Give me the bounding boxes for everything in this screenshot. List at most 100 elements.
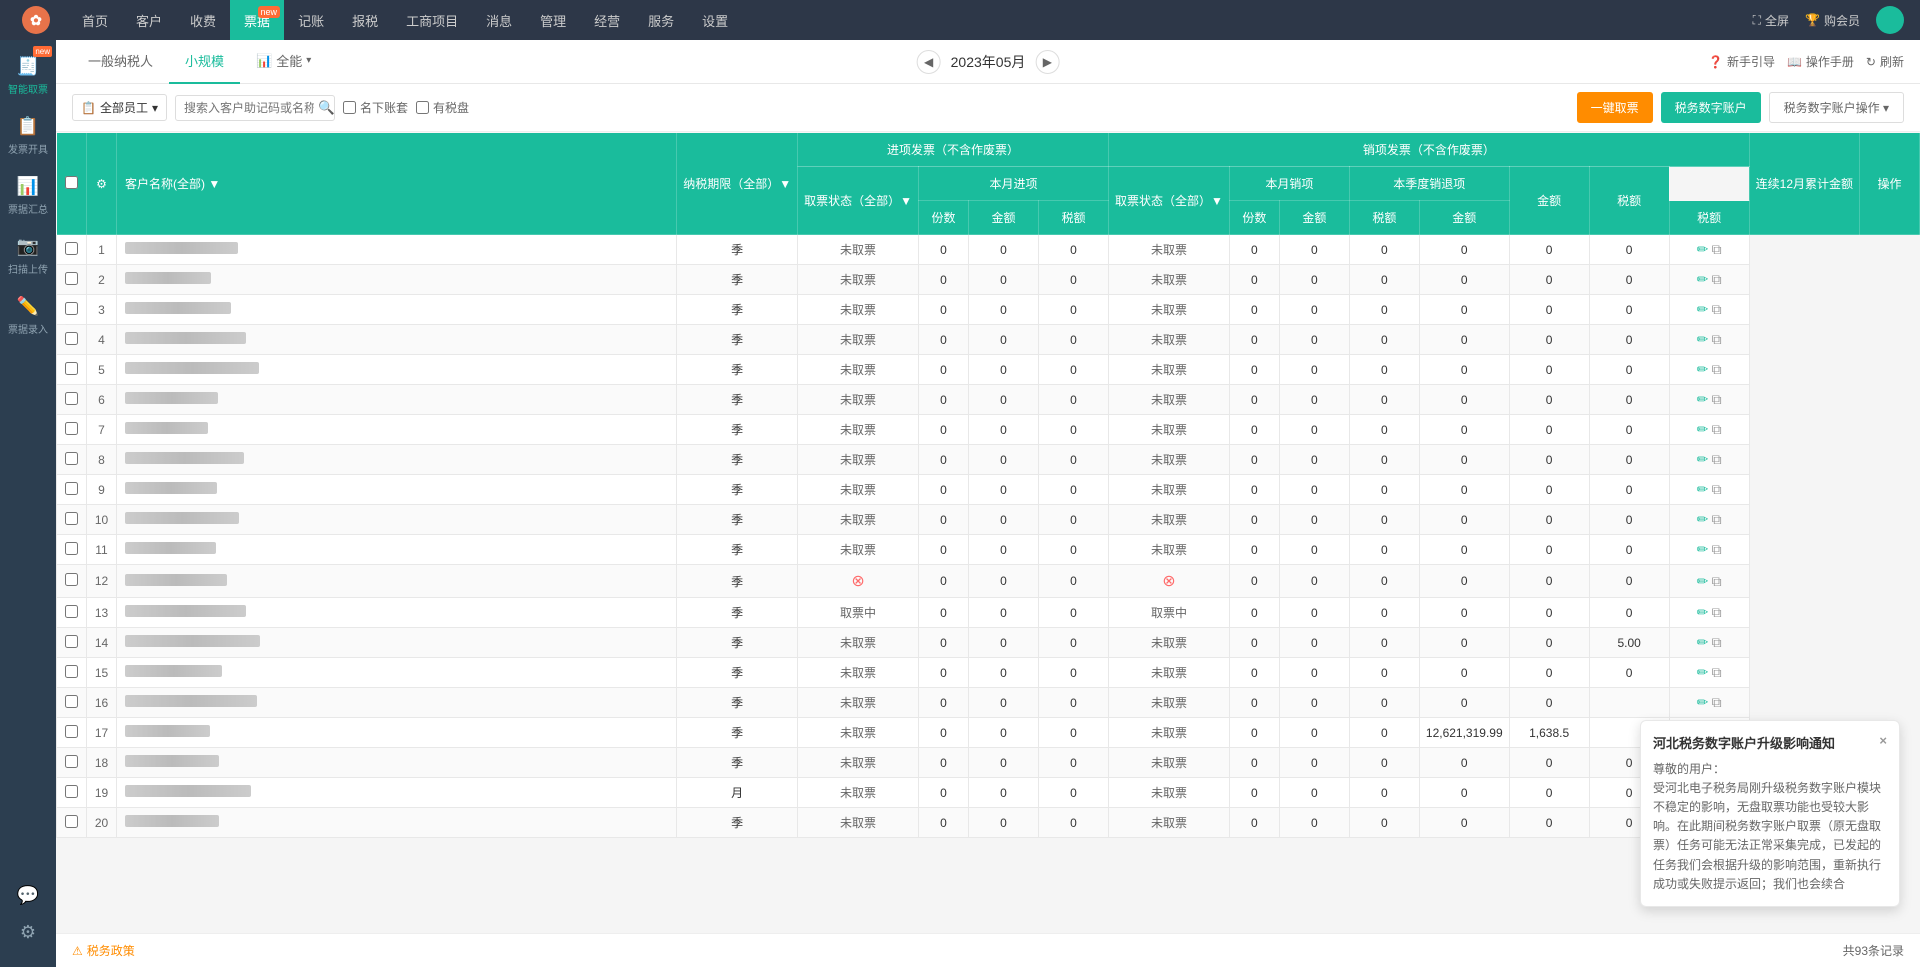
sidebar-item-entry[interactable]: ✏️ 票据录入	[0, 288, 56, 344]
sidebar-item-scan[interactable]: 📷 扫描上传	[0, 228, 56, 284]
notification-close-btn[interactable]: ×	[1879, 733, 1887, 752]
tax-disk-checkbox[interactable]: 有税盘	[416, 99, 469, 116]
nav-client[interactable]: 客户	[122, 0, 176, 40]
copy-btn[interactable]: ⧉	[1712, 511, 1722, 527]
copy-btn[interactable]: ⧉	[1712, 664, 1722, 680]
th-fetch-status-in[interactable]: 取票状态（全部）▼	[798, 167, 919, 235]
edit-btn[interactable]: ✏	[1697, 271, 1709, 287]
row-checkbox[interactable]	[65, 665, 78, 678]
edit-btn[interactable]: ✏	[1697, 361, 1709, 377]
edit-btn[interactable]: ✏	[1697, 694, 1709, 710]
copy-btn[interactable]: ⧉	[1712, 634, 1722, 650]
copy-btn[interactable]: ⧉	[1712, 541, 1722, 557]
edit-btn[interactable]: ✏	[1697, 421, 1709, 437]
row-checkbox[interactable]	[65, 302, 78, 315]
row-checkbox[interactable]	[65, 635, 78, 648]
edit-btn[interactable]: ✏	[1697, 634, 1709, 650]
nav-operation[interactable]: 经营	[580, 0, 634, 40]
row-checkbox[interactable]	[65, 815, 78, 828]
tab-general-taxpayer[interactable]: 一般纳税人	[72, 40, 169, 84]
search-button[interactable]: 🔍	[318, 100, 335, 116]
edit-btn[interactable]: ✏	[1697, 664, 1709, 680]
row-checkbox[interactable]	[65, 573, 78, 586]
row-checkbox[interactable]	[65, 605, 78, 618]
sub-accounts-check[interactable]	[343, 101, 356, 114]
refresh-btn[interactable]: ↻ 刷新	[1866, 53, 1904, 70]
select-all-checkbox[interactable]	[65, 176, 78, 189]
nav-message[interactable]: 消息	[472, 0, 526, 40]
tax-policy-link[interactable]: ⚠ 税务政策	[72, 942, 135, 959]
copy-btn[interactable]: ⧉	[1712, 271, 1722, 287]
row-checkbox[interactable]	[65, 272, 78, 285]
search-input[interactable]	[184, 101, 314, 115]
copy-btn[interactable]: ⧉	[1712, 421, 1722, 437]
copy-btn[interactable]: ⧉	[1712, 361, 1722, 377]
copy-btn[interactable]: ⧉	[1712, 451, 1722, 467]
nav-service[interactable]: 服务	[634, 0, 688, 40]
digital-account-btn[interactable]: 税务数字账户	[1661, 92, 1761, 123]
copy-btn[interactable]: ⧉	[1712, 694, 1722, 710]
one-click-fetch-btn[interactable]: 一键取票	[1577, 92, 1653, 123]
copy-btn[interactable]: ⧉	[1712, 573, 1722, 589]
nav-manage[interactable]: 管理	[526, 0, 580, 40]
copy-btn[interactable]: ⧉	[1712, 391, 1722, 407]
row-checkbox[interactable]	[65, 755, 78, 768]
row-checkbox[interactable]	[65, 452, 78, 465]
copy-btn[interactable]: ⧉	[1712, 331, 1722, 347]
row-checkbox[interactable]	[65, 542, 78, 555]
row-checkbox[interactable]	[65, 332, 78, 345]
nav-tax[interactable]: 报税	[338, 0, 392, 40]
row-checkbox[interactable]	[65, 362, 78, 375]
member-btn[interactable]: 🏆 购会员	[1805, 12, 1860, 29]
edit-btn[interactable]: ✏	[1697, 604, 1709, 620]
operation-manual-btn[interactable]: 📖 操作手册	[1787, 53, 1854, 70]
copy-btn[interactable]: ⧉	[1712, 604, 1722, 620]
new-user-guide-btn[interactable]: ❓ 新手引导	[1708, 53, 1775, 70]
sidebar-item-summary[interactable]: 📊 票据汇总	[0, 168, 56, 224]
sidebar-item-invoice-open[interactable]: 📋 发票开具	[0, 108, 56, 164]
row-checkbox[interactable]	[65, 725, 78, 738]
edit-btn[interactable]: ✏	[1697, 481, 1709, 497]
th-fetch-status-out[interactable]: 取票状态（全部）▼	[1109, 167, 1230, 235]
tab-small-scale[interactable]: 小规模	[169, 40, 240, 84]
fullscreen-btn[interactable]: ⛶ 全屏	[1753, 12, 1789, 29]
next-month-btn[interactable]: ▶	[1035, 50, 1059, 74]
nav-home[interactable]: 首页	[68, 0, 122, 40]
copy-btn[interactable]: ⧉	[1712, 481, 1722, 497]
nav-fee[interactable]: 收费	[176, 0, 230, 40]
employee-filter-select[interactable]: 📋 全部员工 ▾	[72, 94, 167, 121]
digital-account-operate-btn[interactable]: 税务数字账户操作 ▾	[1769, 92, 1904, 123]
th-tax-period[interactable]: 纳税期限（全部）▼	[677, 133, 798, 235]
row-checkbox[interactable]	[65, 422, 78, 435]
sidebar-item-help[interactable]: 💬	[13, 877, 43, 914]
prev-month-btn[interactable]: ◀	[917, 50, 941, 74]
row-checkbox[interactable]	[65, 512, 78, 525]
copy-btn[interactable]: ⧉	[1712, 241, 1722, 257]
sub-accounts-checkbox[interactable]: 名下账套	[343, 99, 408, 116]
edit-btn[interactable]: ✏	[1697, 511, 1709, 527]
nav-business[interactable]: 工商项目	[392, 0, 472, 40]
edit-btn[interactable]: ✏	[1697, 241, 1709, 257]
nav-settings[interactable]: 设置	[688, 0, 742, 40]
row-checkbox[interactable]	[65, 785, 78, 798]
row-checkbox[interactable]	[65, 392, 78, 405]
nav-ticket[interactable]: 票据 new	[230, 0, 284, 40]
row-checkbox[interactable]	[65, 695, 78, 708]
copy-btn[interactable]: ⧉	[1712, 301, 1722, 317]
edit-btn[interactable]: ✏	[1697, 331, 1709, 347]
sidebar-item-smart-ticket[interactable]: 🧾 智能取票	[0, 48, 56, 104]
edit-btn[interactable]: ✏	[1697, 573, 1709, 589]
user-avatar[interactable]	[1876, 6, 1904, 34]
row-checkbox[interactable]	[65, 482, 78, 495]
nav-accounting[interactable]: 记账	[284, 0, 338, 40]
edit-btn[interactable]: ✏	[1697, 301, 1709, 317]
sidebar-item-settings-bottom[interactable]: ⚙	[13, 914, 43, 951]
edit-btn[interactable]: ✏	[1697, 451, 1709, 467]
edit-btn[interactable]: ✏	[1697, 391, 1709, 407]
tax-disk-check[interactable]	[416, 101, 429, 114]
edit-btn[interactable]: ✏	[1697, 541, 1709, 557]
tab-allround[interactable]: 📊 全能 ▾	[240, 40, 327, 84]
row-checkbox[interactable]	[65, 242, 78, 255]
th-client[interactable]: 客户名称(全部) ▼	[117, 133, 677, 235]
th-settings[interactable]: ⚙	[87, 133, 117, 235]
